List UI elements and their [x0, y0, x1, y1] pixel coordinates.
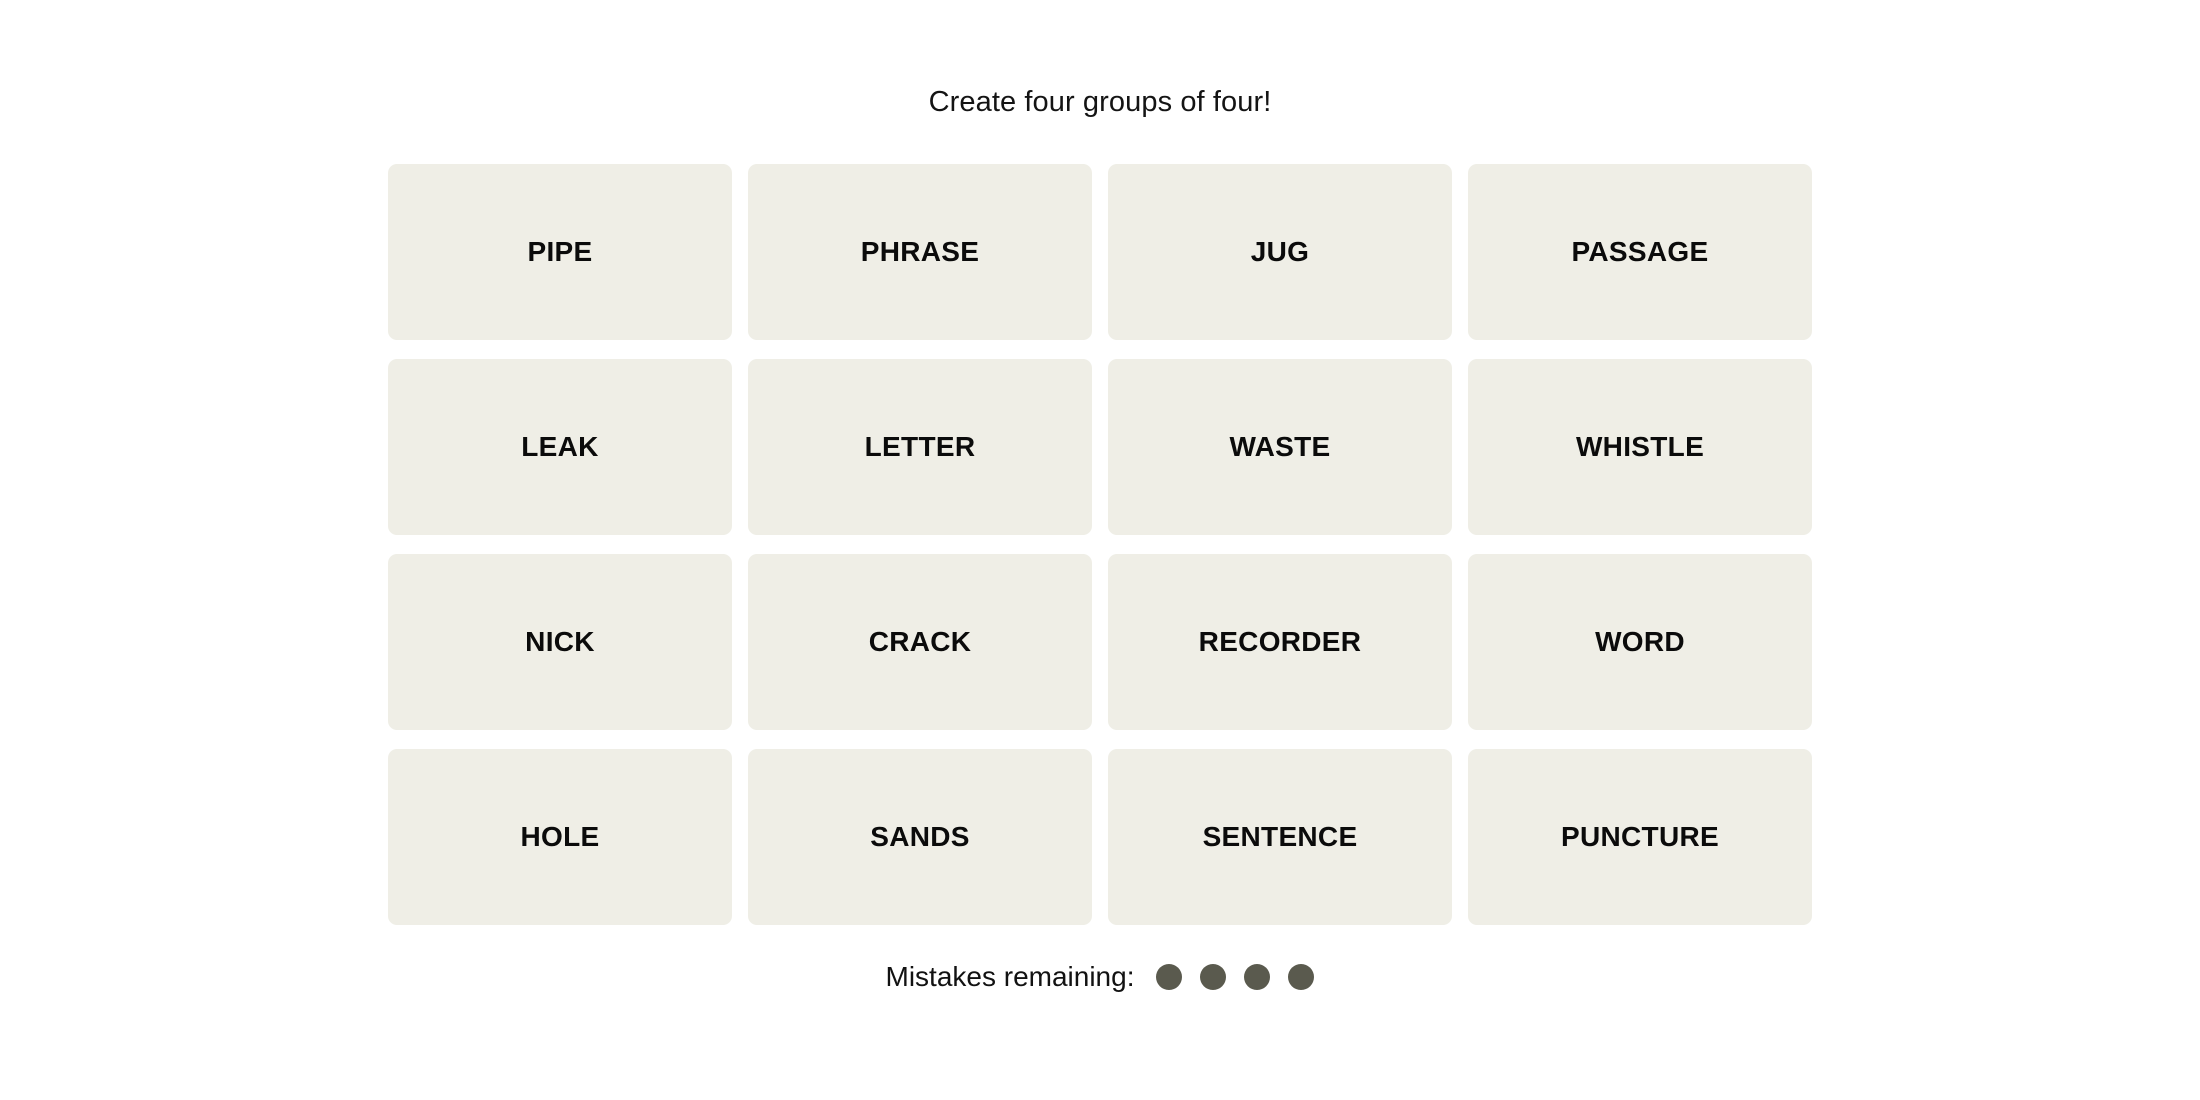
- word-grid: PIPE PHRASE JUG PASSAGE LEAK LETTER WAST…: [388, 164, 1812, 925]
- word-tile[interactable]: PASSAGE: [1468, 164, 1812, 340]
- mistake-dot-icon: [1200, 964, 1227, 990]
- word-tile-label: PUNCTURE: [1561, 821, 1719, 852]
- word-tile[interactable]: SANDS: [748, 749, 1092, 925]
- word-tile-label: WHISTLE: [1575, 431, 1705, 462]
- word-tile-label: SENTENCE: [1202, 821, 1358, 852]
- word-tile[interactable]: PHRASE: [748, 164, 1092, 340]
- word-tile-label: PASSAGE: [1571, 236, 1709, 267]
- word-tile[interactable]: WASTE: [1108, 359, 1452, 535]
- word-tile-label: WORD: [1595, 626, 1685, 657]
- word-tile[interactable]: PUNCTURE: [1468, 749, 1812, 925]
- word-tile-label: CRACK: [868, 626, 972, 657]
- word-tile[interactable]: JUG: [1108, 164, 1452, 340]
- word-tile-label: HOLE: [520, 821, 600, 852]
- word-tile-label: SANDS: [870, 821, 970, 852]
- word-tile-label: NICK: [525, 626, 595, 657]
- word-tile[interactable]: RECORDER: [1108, 554, 1452, 730]
- word-tile[interactable]: HOLE: [388, 749, 732, 925]
- word-tile-label: PIPE: [527, 236, 593, 267]
- word-tile[interactable]: LEAK: [388, 359, 732, 535]
- mistake-dot-icon: [1244, 964, 1271, 990]
- word-tile[interactable]: CRACK: [748, 554, 1092, 730]
- word-tile-label: WASTE: [1229, 431, 1331, 462]
- word-tile[interactable]: WORD: [1468, 554, 1812, 730]
- word-tile[interactable]: PIPE: [388, 164, 732, 340]
- word-tile-label: LETTER: [864, 431, 976, 462]
- mistake-dot-icon: [1156, 964, 1183, 990]
- word-tile[interactable]: LETTER: [748, 359, 1092, 535]
- word-tile-label: PHRASE: [860, 236, 980, 267]
- connections-game: Create four groups of four! PIPE PHRASE …: [0, 0, 2200, 1100]
- mistakes-remaining: Mistakes remaining:: [886, 963, 1315, 991]
- word-tile-label: RECORDER: [1198, 626, 1362, 657]
- mistake-dot-icon: [1288, 964, 1315, 990]
- word-tile-label: JUG: [1250, 236, 1310, 267]
- word-tile[interactable]: NICK: [388, 554, 732, 730]
- word-tile[interactable]: WHISTLE: [1468, 359, 1812, 535]
- instruction-text: Create four groups of four!: [928, 86, 1272, 118]
- mistakes-remaining-label: Mistakes remaining:: [885, 961, 1135, 992]
- mistake-dots: [1156, 964, 1315, 990]
- word-tile[interactable]: SENTENCE: [1108, 749, 1452, 925]
- word-tile-label: LEAK: [521, 431, 599, 462]
